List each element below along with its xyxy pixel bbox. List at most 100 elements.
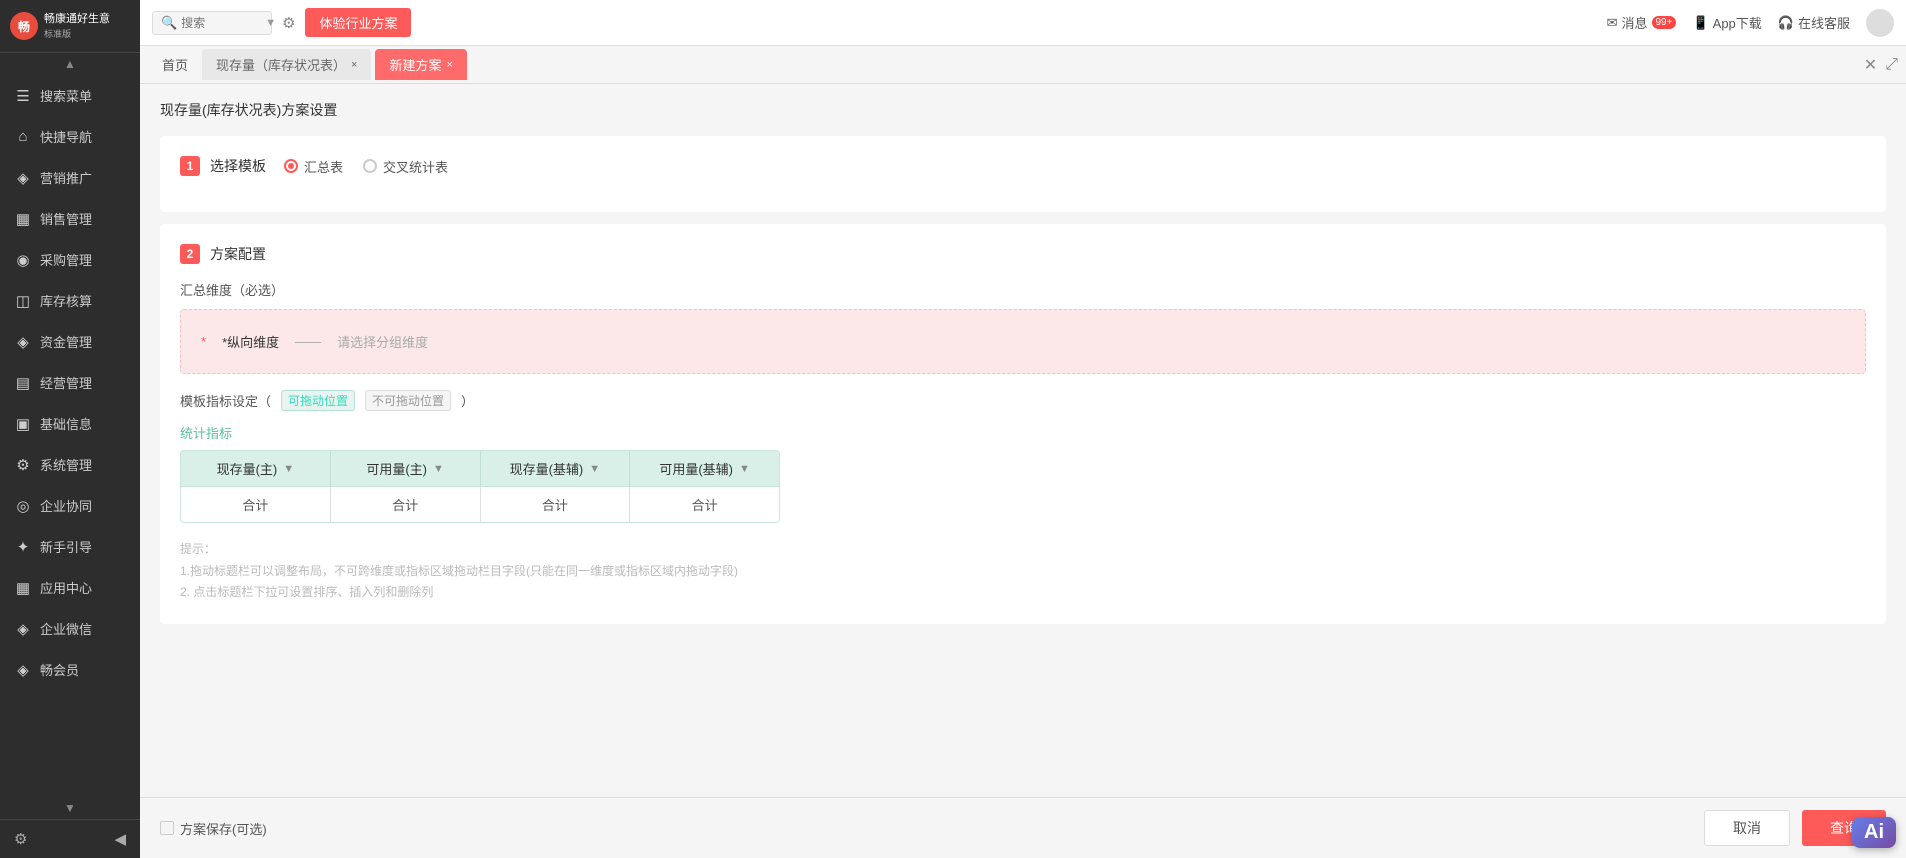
sidebar-item-label: 搜索菜单: [40, 86, 92, 105]
service-label: 在线客服: [1798, 13, 1850, 32]
dimension-placeholder: 请选择分组维度: [337, 332, 428, 351]
search-box[interactable]: 🔍 ▼: [152, 11, 272, 35]
trial-button[interactable]: 体验行业方案: [305, 8, 411, 37]
gear-icon[interactable]: ⚙: [282, 14, 295, 32]
section-template: 1 选择模板 汇总表 交叉统计表: [160, 136, 1886, 212]
undraggable-tag: 不可拖动位置: [365, 390, 451, 411]
guide-icon: ✦: [14, 538, 32, 556]
search-dropdown-icon[interactable]: ▼: [265, 17, 276, 29]
message-button[interactable]: ✉ 消息 99+: [1607, 13, 1677, 32]
tab-home[interactable]: 首页: [148, 49, 202, 80]
gift-icon: ◈: [14, 169, 32, 187]
sidebar-item-purchase[interactable]: ◉ 采购管理: [0, 239, 140, 280]
sidebar: 畅 畅康通好生意 标准版 ▲ ☰ 搜索菜单 ⌂ 快捷导航 ◈ 营销推广 ▦ 销售…: [0, 0, 140, 858]
indicator-setting: 模板指标设定（ 可拖动位置 不可拖动位置 ）: [180, 390, 1866, 411]
sidebar-item-label: 新手引导: [40, 537, 92, 556]
sidebar-item-basic-info[interactable]: ▣ 基础信息: [0, 403, 140, 444]
tab-inventory-close[interactable]: ×: [351, 59, 357, 71]
save-checkbox[interactable]: [160, 821, 174, 835]
col-available-aux[interactable]: 可用量(基辅) ▼: [630, 451, 779, 486]
step2-badge: 2: [180, 244, 200, 264]
col-available-main-dropdown[interactable]: ▼: [433, 463, 444, 475]
radio-summary-dot: [284, 159, 298, 173]
cancel-button[interactable]: 取消: [1704, 810, 1790, 846]
radio-summary[interactable]: 汇总表: [284, 157, 343, 176]
radio-summary-label: 汇总表: [304, 157, 343, 176]
online-service-button[interactable]: 🎧 在线客服: [1778, 13, 1850, 32]
radio-crosstab-dot: [363, 159, 377, 173]
sidebar-item-member[interactable]: ◈ 畅会员: [0, 649, 140, 690]
sidebar-item-sales[interactable]: ▦ 销售管理: [0, 198, 140, 239]
member-icon: ◈: [14, 661, 32, 679]
sidebar-item-wechat[interactable]: ◈ 企业微信: [0, 608, 140, 649]
col-current-main-dropdown[interactable]: ▼: [283, 463, 294, 475]
inventory-icon: ◫: [14, 292, 32, 310]
sidebar-item-search-menu[interactable]: ☰ 搜索菜单: [0, 75, 140, 116]
tab-close-all-button[interactable]: ✕: [1864, 55, 1877, 75]
sidebar-item-label: 资金管理: [40, 332, 92, 351]
sidebar-item-label: 畅会员: [40, 660, 79, 679]
search-input[interactable]: [181, 16, 261, 30]
dimension-section-label: 汇总维度（必选）: [180, 280, 1866, 299]
dimension-box[interactable]: * *纵向维度 —— 请选择分组维度: [180, 309, 1866, 374]
template-options: 汇总表 交叉统计表: [284, 157, 448, 176]
tab-inventory[interactable]: 现存量（库存状况表） ×: [202, 49, 371, 80]
cell-0-1: 合计: [331, 487, 481, 522]
sidebar-scroll-down[interactable]: ▼: [0, 797, 140, 819]
section1-header: 1 选择模板 汇总表 交叉统计表: [180, 156, 1866, 176]
app-edition: 标准版: [44, 27, 110, 40]
hint-1: 1.拖动标题栏可以调整布局，不可跨维度或指标区域拖动栏目字段(只能在同一维度或指…: [180, 561, 1866, 583]
sidebar-item-inventory[interactable]: ◫ 库存核算: [0, 280, 140, 321]
app-download-button[interactable]: 📱 App下载: [1692, 13, 1761, 32]
sidebar-item-system[interactable]: ⚙ 系统管理: [0, 444, 140, 485]
user-avatar[interactable]: [1866, 9, 1894, 37]
col-available-main[interactable]: 可用量(主) ▼: [331, 451, 481, 486]
sidebar-item-app-center[interactable]: ▦ 应用中心: [0, 567, 140, 608]
indicator-suffix: ）: [461, 391, 474, 410]
collapse-icon[interactable]: ◀: [114, 830, 126, 848]
col-current-aux[interactable]: 现存量(基辅) ▼: [481, 451, 631, 486]
basic-info-icon: ▣: [14, 415, 32, 433]
section-config: 2 方案配置 汇总维度（必选） * *纵向维度 —— 请选择分组维度 模板指标设…: [160, 224, 1886, 624]
cell-0-3: 合计: [630, 487, 779, 522]
dimension-field-name: *纵向维度: [222, 332, 279, 351]
finance-icon: ◈: [14, 333, 32, 351]
stats-title: 统计指标: [180, 423, 1866, 442]
col-current-aux-dropdown[interactable]: ▼: [589, 463, 600, 475]
col-current-main[interactable]: 现存量(主) ▼: [181, 451, 331, 486]
search-menu-icon: ☰: [14, 87, 32, 105]
stats-table: 现存量(主) ▼ 可用量(主) ▼ 现存量(基辅) ▼ 可用量(基辅) ▼: [180, 450, 780, 523]
sidebar-item-operations[interactable]: ▤ 经营管理: [0, 362, 140, 403]
tab-bar: 首页 现存量（库存状况表） × 新建方案 × ✕ ⤢: [140, 46, 1906, 84]
sidebar-item-new-guide[interactable]: ✦ 新手引导: [0, 526, 140, 567]
save-option[interactable]: 方案保存(可选): [160, 819, 267, 838]
bottom-bar: 方案保存(可选) 取消 查询: [140, 797, 1906, 858]
stats-table-body: 合计 合计 合计 合计: [181, 486, 779, 522]
system-icon: ⚙: [14, 456, 32, 474]
sidebar-item-label: 经营管理: [40, 373, 92, 392]
tab-new-plan[interactable]: 新建方案 ×: [375, 49, 466, 80]
page-title: 现存量(库存状况表)方案设置: [160, 100, 1886, 120]
tab-expand-button[interactable]: ⤢: [1885, 56, 1898, 74]
tab-new-plan-close[interactable]: ×: [446, 59, 452, 71]
sidebar-item-cooperation[interactable]: ◎ 企业协同: [0, 485, 140, 526]
col-available-aux-label: 可用量(基辅): [659, 459, 733, 478]
col-available-main-label: 可用量(主): [366, 459, 427, 478]
sidebar-scroll-up[interactable]: ▲: [0, 53, 140, 75]
wechat-icon: ◈: [14, 620, 32, 638]
required-star: *: [201, 334, 206, 349]
sidebar-item-quick-nav[interactable]: ⌂ 快捷导航: [0, 116, 140, 157]
stats-table-header: 现存量(主) ▼ 可用量(主) ▼ 现存量(基辅) ▼ 可用量(基辅) ▼: [181, 451, 779, 486]
col-available-aux-dropdown[interactable]: ▼: [739, 463, 750, 475]
settings-icon[interactable]: ⚙: [14, 830, 27, 848]
radio-crosstab-label: 交叉统计表: [383, 157, 448, 176]
message-label: 消息: [1621, 13, 1647, 32]
message-icon: ✉: [1607, 15, 1618, 31]
sidebar-item-marketing[interactable]: ◈ 营销推广: [0, 157, 140, 198]
cooperation-icon: ◎: [14, 497, 32, 515]
sidebar-item-finance[interactable]: ◈ 资金管理: [0, 321, 140, 362]
ai-badge[interactable]: Ai: [1852, 817, 1896, 848]
dimension-separator: ——: [295, 334, 321, 349]
radio-crosstab[interactable]: 交叉统计表: [363, 157, 448, 176]
main-area: 🔍 ▼ ⚙ 体验行业方案 ✉ 消息 99+ 📱 App下载 🎧 在线客服: [140, 0, 1906, 858]
